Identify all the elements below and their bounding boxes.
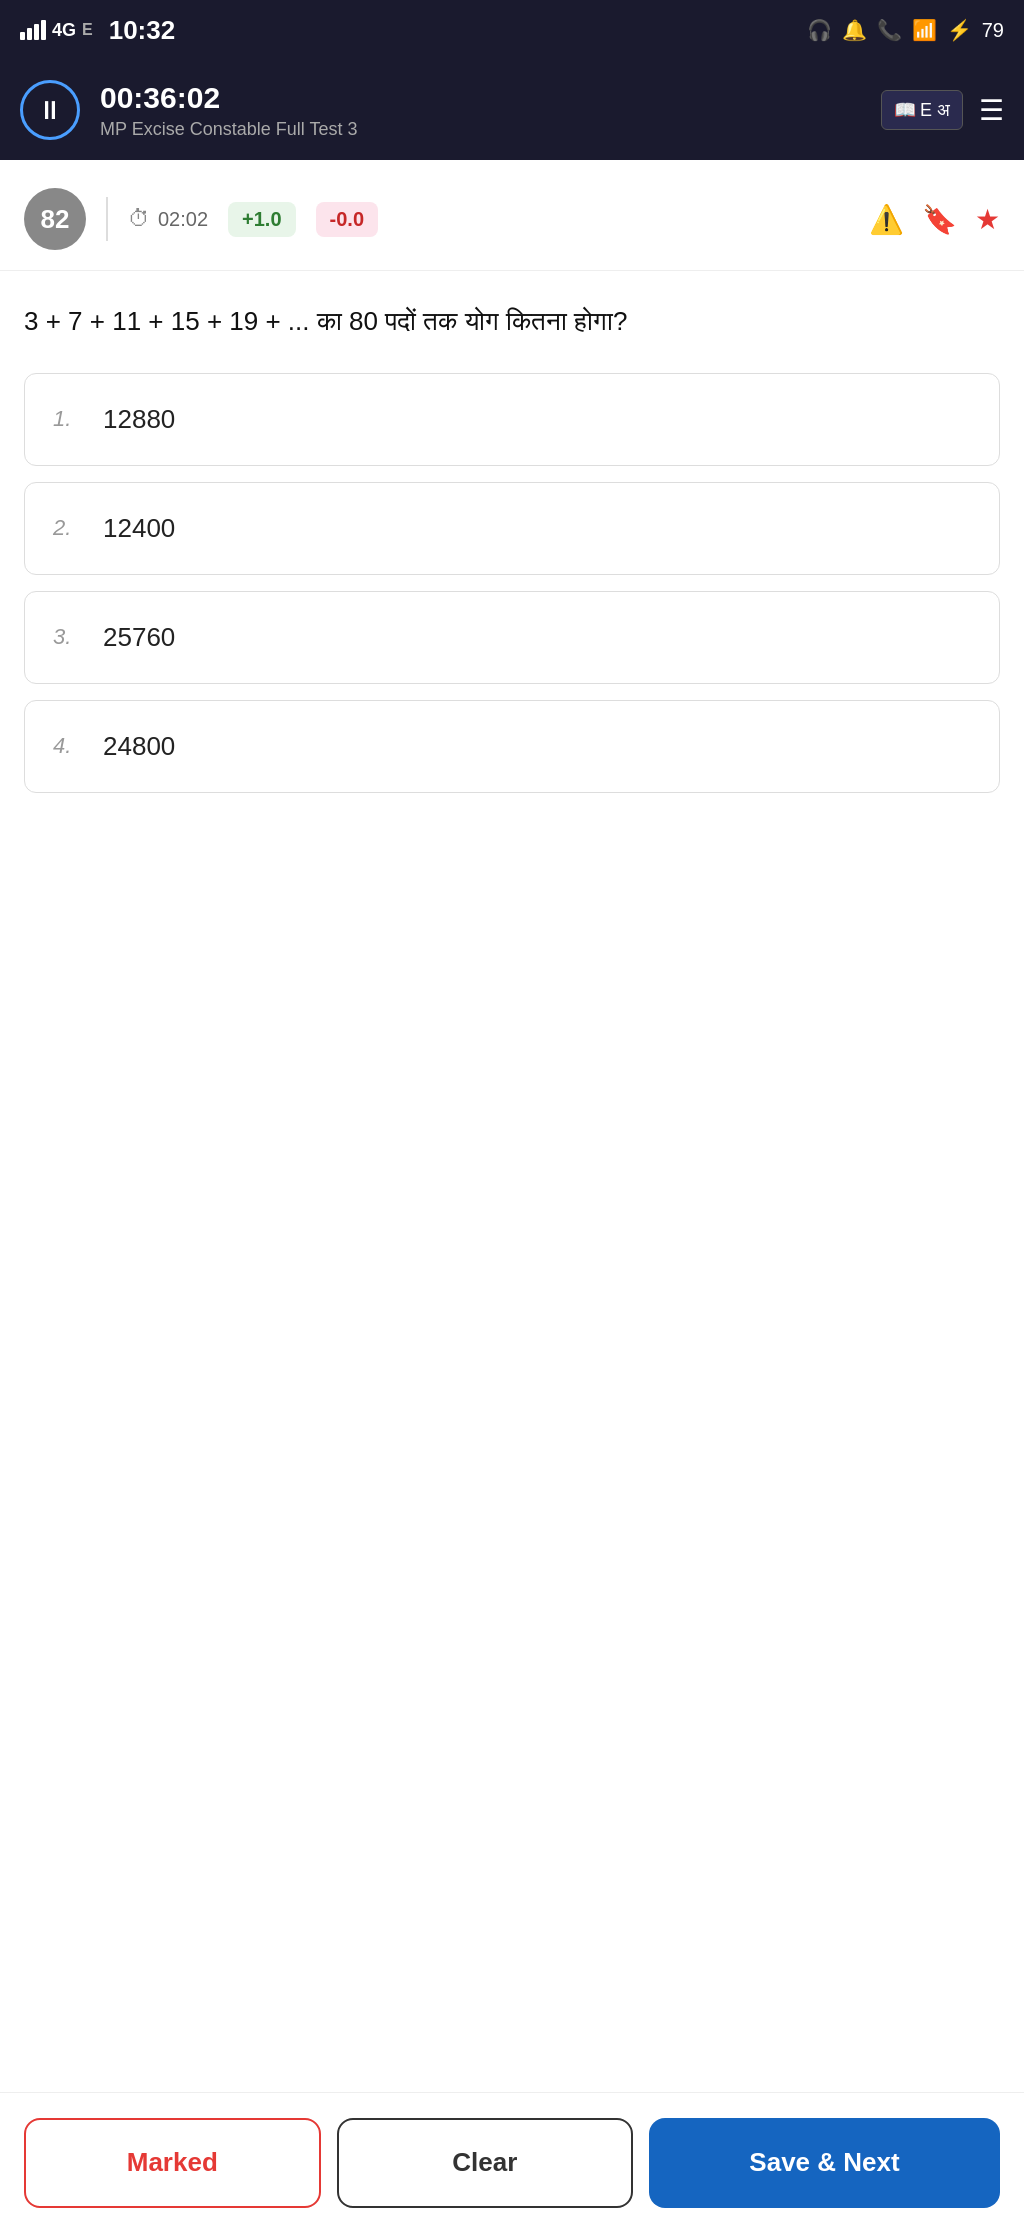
question-text: 3 + 7 + 11 + 15 + 19 + ... का 80 पदों तक… <box>24 301 1000 343</box>
battery-percent: 79 <box>982 19 1004 42</box>
option-4-text: 24800 <box>103 731 175 762</box>
option-1[interactable]: 1. 12880 <box>24 373 1000 466</box>
footer-buttons: Marked Clear Save & Next <box>0 2092 1024 2232</box>
warning-icon[interactable]: ⚠️ <box>869 203 904 236</box>
hamburger-icon: ☰ <box>979 95 1004 126</box>
network-label: E <box>82 21 93 39</box>
call-icon: 📞 <box>877 18 902 42</box>
option-4[interactable]: 4. 24800 <box>24 700 1000 793</box>
menu-button[interactable]: ☰ <box>979 94 1004 127</box>
battery-icon: ⚡ <box>947 18 972 42</box>
lang-label: E अ <box>920 100 950 121</box>
option-1-text: 12880 <box>103 404 175 435</box>
header: ⏸ 00:36:02 MP Excise Constable Full Test… <box>0 60 1024 160</box>
option-3-text: 25760 <box>103 622 175 653</box>
vertical-divider <box>106 197 108 241</box>
negative-score-badge: -0.0 <box>316 202 378 237</box>
option-2-number: 2. <box>53 515 83 541</box>
header-center: 00:36:02 MP Excise Constable Full Test 3 <box>100 81 861 140</box>
option-3-number: 3. <box>53 624 83 650</box>
option-4-number: 4. <box>53 733 83 759</box>
notification-icon: 🔔 <box>842 18 867 42</box>
book-icon: 📖 <box>894 99 916 121</box>
options-list: 1. 12880 2. 12400 3. 25760 4. 24800 <box>24 373 1000 809</box>
main-content: 82 ⏱ 02:02 +1.0 -0.0 ⚠️ 🔖 ★ 3 + 7 + 11 +… <box>0 168 1024 979</box>
status-left: 4G E 10:32 <box>20 15 175 46</box>
option-3[interactable]: 3. 25760 <box>24 591 1000 684</box>
icon-actions: ⚠️ 🔖 ★ <box>869 203 1000 236</box>
save-next-button[interactable]: Save & Next <box>649 2118 1000 2208</box>
pause-button[interactable]: ⏸ <box>20 80 80 140</box>
clear-button[interactable]: Clear <box>337 2118 634 2208</box>
positive-score-badge: +1.0 <box>228 202 295 237</box>
clock-icon: ⏱ <box>128 206 150 232</box>
question-timer: ⏱ 02:02 <box>128 206 208 232</box>
network-type: 4G <box>52 20 76 41</box>
question-number: 82 <box>41 204 70 235</box>
pause-icon: ⏸ <box>37 95 63 126</box>
header-timer: 00:36:02 <box>100 81 861 115</box>
status-time: 10:32 <box>109 15 176 46</box>
star-icon[interactable]: ★ <box>975 203 1000 236</box>
question-number-badge: 82 <box>24 188 86 250</box>
marked-button[interactable]: Marked <box>24 2118 321 2208</box>
signal-icon <box>20 20 46 40</box>
question-info-bar: 82 ⏱ 02:02 +1.0 -0.0 ⚠️ 🔖 ★ <box>0 168 1024 271</box>
bookmark-icon[interactable]: 🔖 <box>922 203 957 236</box>
question-content: 3 + 7 + 11 + 15 + 19 + ... का 80 पदों तक… <box>0 271 1024 829</box>
status-right: 🎧 🔔 📞 📶 ⚡ 79 <box>807 18 1004 42</box>
option-2[interactable]: 2. 12400 <box>24 482 1000 575</box>
option-2-text: 12400 <box>103 513 175 544</box>
headphone-icon: 🎧 <box>807 18 832 42</box>
test-name: MP Excise Constable Full Test 3 <box>100 119 861 140</box>
question-timer-value: 02:02 <box>158 208 208 231</box>
language-button[interactable]: 📖 E अ <box>881 90 963 130</box>
wifi-icon: 📶 <box>912 18 937 42</box>
header-right: 📖 E अ ☰ <box>881 90 1004 130</box>
option-1-number: 1. <box>53 406 83 432</box>
status-bar: 4G E 10:32 🎧 🔔 📞 📶 ⚡ 79 <box>0 0 1024 60</box>
